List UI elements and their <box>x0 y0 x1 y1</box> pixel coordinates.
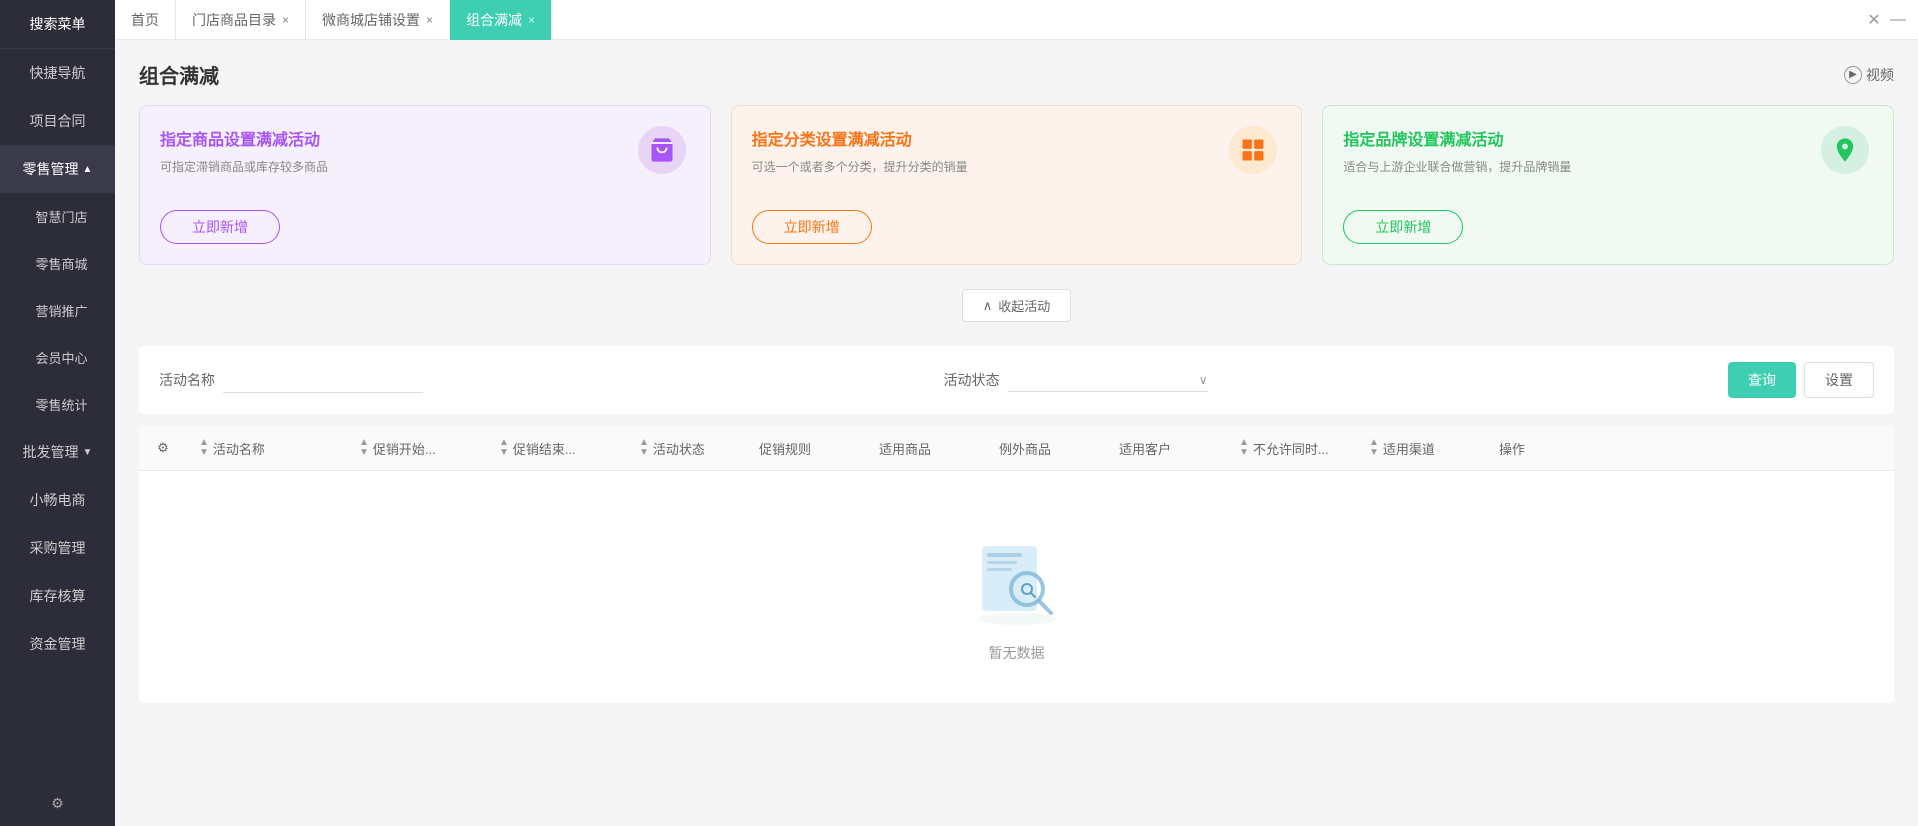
card-category-icon <box>1229 126 1277 174</box>
data-table: ⚙ ▲▼ 活动名称 ▲▼ 促销开始... ▲▼ 促销结束... ▲▼ 活动状态 <box>139 426 1894 703</box>
chevron-up-icon: ▲ <box>83 164 93 175</box>
empty-illustration <box>957 531 1077 631</box>
tab-combo-discount[interactable]: 组合满减 × <box>450 0 552 40</box>
window-close-button[interactable]: ✕ <box>1866 12 1882 28</box>
card-category-title: 指定分类设置满减活动 <box>752 126 1282 150</box>
close-icon-combo-discount[interactable]: × <box>528 13 535 27</box>
activity-status-select[interactable]: ∨ <box>1008 369 1208 392</box>
card-brand-add-button[interactable]: 立即新增 <box>1343 210 1463 244</box>
card-product-icon <box>638 126 686 174</box>
search-bar: 活动名称 活动状态 ∨ 查询 设置 <box>139 346 1894 414</box>
card-product-desc: 可指定滞销商品或库存较多商品 <box>160 158 690 177</box>
sort-icon: ▲▼ <box>359 438 369 458</box>
sidebar-item-inventory-calc[interactable]: 库存核算 <box>0 572 115 620</box>
close-icon-store-catalog[interactable]: × <box>282 13 289 27</box>
card-product-add-button[interactable]: 立即新增 <box>160 210 280 244</box>
collapse-button[interactable]: ∧ 收起活动 <box>962 289 1072 322</box>
card-category-add-button[interactable]: 立即新增 <box>752 210 872 244</box>
window-controls: ✕ — <box>1854 12 1918 28</box>
card-category-desc: 可选一个或者多个分类，提升分类的销量 <box>752 158 1282 177</box>
settings-icon-bottom[interactable]: ⚙ <box>0 781 115 826</box>
activity-name-label: 活动名称 <box>159 370 215 390</box>
sort-icon: ▲▼ <box>499 438 509 458</box>
table-header: ⚙ ▲▼ 活动名称 ▲▼ 促销开始... ▲▼ 促销结束... ▲▼ 活动状态 <box>139 426 1894 471</box>
sidebar-item-member-center[interactable]: 会员中心 <box>0 334 115 381</box>
sort-icon: ▲▼ <box>199 438 209 458</box>
sort-icon: ▲▼ <box>1369 438 1379 458</box>
tab-wechat-store-settings[interactable]: 微商城店铺设置 × <box>306 0 450 40</box>
empty-state: 暂无数据 <box>139 471 1894 703</box>
card-brand-icon <box>1821 126 1869 174</box>
card-brand-title: 指定品牌设置满减活动 <box>1343 126 1873 150</box>
window-minimize-button[interactable]: — <box>1890 12 1906 28</box>
sidebar-item-retail-mall[interactable]: 零售商城 <box>0 240 115 287</box>
card-brand-desc: 适合与上游企业联合做营销，提升品牌销量 <box>1343 158 1873 177</box>
activity-cards-row: 指定商品设置满减活动 可指定滞销商品或库存较多商品 立即新增 指定分类设置满减活… <box>139 105 1894 265</box>
th-action: 操作 <box>1487 439 1894 458</box>
content-area: 组合满减 ▶ 视频 指定商品设置满减活动 可指定滞销商品或库存较多商品 <box>115 40 1918 826</box>
th-promo-rule: 促销规则 <box>747 439 867 458</box>
sidebar-item-wholesale-mgmt[interactable]: 批发管理 ▼ <box>0 428 115 476</box>
th-activity-name[interactable]: ▲▼ 活动名称 <box>187 438 347 458</box>
th-applicable-customer: 适用客户 <box>1107 439 1227 458</box>
sidebar-item-funds-mgmt[interactable]: 资金管理 <box>0 620 115 668</box>
tabbar: 首页 门店商品目录 × 微商城店铺设置 × 组合满减 × ✕ — <box>115 0 1918 40</box>
sidebar-item-purchase-mgmt[interactable]: 采购管理 <box>0 524 115 572</box>
search-actions: 查询 设置 <box>1728 362 1874 398</box>
th-applicable-goods: 适用商品 <box>867 439 987 458</box>
sidebar-item-retail-stats[interactable]: 零售统计 <box>0 381 115 428</box>
page-title: 组合满减 <box>139 60 219 89</box>
th-except-goods: 例外商品 <box>987 439 1107 458</box>
empty-text: 暂无数据 <box>989 643 1045 663</box>
activity-name-input[interactable] <box>223 368 423 393</box>
play-icon: ▶ <box>1844 66 1862 84</box>
sidebar-search[interactable]: 搜索菜单 <box>0 0 115 49</box>
settings-icon: ⚙ <box>157 440 169 456</box>
query-button[interactable]: 查询 <box>1728 362 1796 398</box>
activity-status-label: 活动状态 <box>944 370 1000 390</box>
th-no-allow-concurrent[interactable]: ▲▼ 不允许同时... <box>1227 438 1357 458</box>
activity-card-product: 指定商品设置满减活动 可指定滞销商品或库存较多商品 立即新增 <box>139 105 711 265</box>
sidebar-item-retail-mgmt[interactable]: 零售管理 ▲ <box>0 145 115 193</box>
th-activity-status[interactable]: ▲▼ 活动状态 <box>627 438 747 458</box>
chevron-up-icon: ∧ <box>983 298 993 314</box>
settings-button[interactable]: 设置 <box>1804 362 1874 398</box>
close-icon-wechat-store-settings[interactable]: × <box>426 13 433 27</box>
tab-store-catalog[interactable]: 门店商品目录 × <box>176 0 306 40</box>
sort-icon: ▲▼ <box>1239 438 1249 458</box>
th-settings[interactable]: ⚙ <box>139 440 187 456</box>
th-applicable-channel[interactable]: ▲▼ 适用渠道 <box>1357 438 1487 458</box>
sidebar-item-marketing[interactable]: 营销推广 <box>0 287 115 334</box>
search-field-activity-name: 活动名称 <box>159 368 928 393</box>
page-header: 组合满减 ▶ 视频 <box>139 60 1894 89</box>
sidebar-item-smart-store[interactable]: 智慧门店 <box>0 193 115 240</box>
sidebar-item-project-contract[interactable]: 项目合同 <box>0 97 115 145</box>
main-area: 首页 门店商品目录 × 微商城店铺设置 × 组合满减 × ✕ — 组合满减 ▶ … <box>115 0 1918 826</box>
video-link[interactable]: ▶ 视频 <box>1844 65 1894 85</box>
chevron-down-icon: ∨ <box>1199 373 1208 387</box>
search-field-activity-status: 活动状态 ∨ <box>944 369 1713 392</box>
th-promo-start[interactable]: ▲▼ 促销开始... <box>347 438 487 458</box>
sidebar-item-xiaochangec[interactable]: 小畅电商 <box>0 476 115 524</box>
chevron-down-icon: ▼ <box>83 447 93 458</box>
tab-home[interactable]: 首页 <box>115 0 176 40</box>
th-promo-end[interactable]: ▲▼ 促销结束... <box>487 438 627 458</box>
collapse-bar: ∧ 收起活动 <box>139 281 1894 330</box>
card-product-title: 指定商品设置满减活动 <box>160 126 690 150</box>
sidebar: 搜索菜单 快捷导航 项目合同 零售管理 ▲ 智慧门店 零售商城 营销推广 会员中… <box>0 0 115 826</box>
activity-card-brand: 指定品牌设置满减活动 适合与上游企业联合做营销，提升品牌销量 立即新增 <box>1322 105 1894 265</box>
sidebar-item-quick-nav[interactable]: 快捷导航 <box>0 49 115 97</box>
sort-icon: ▲▼ <box>639 438 649 458</box>
activity-card-category: 指定分类设置满减活动 可选一个或者多个分类，提升分类的销量 立即新增 <box>731 105 1303 265</box>
